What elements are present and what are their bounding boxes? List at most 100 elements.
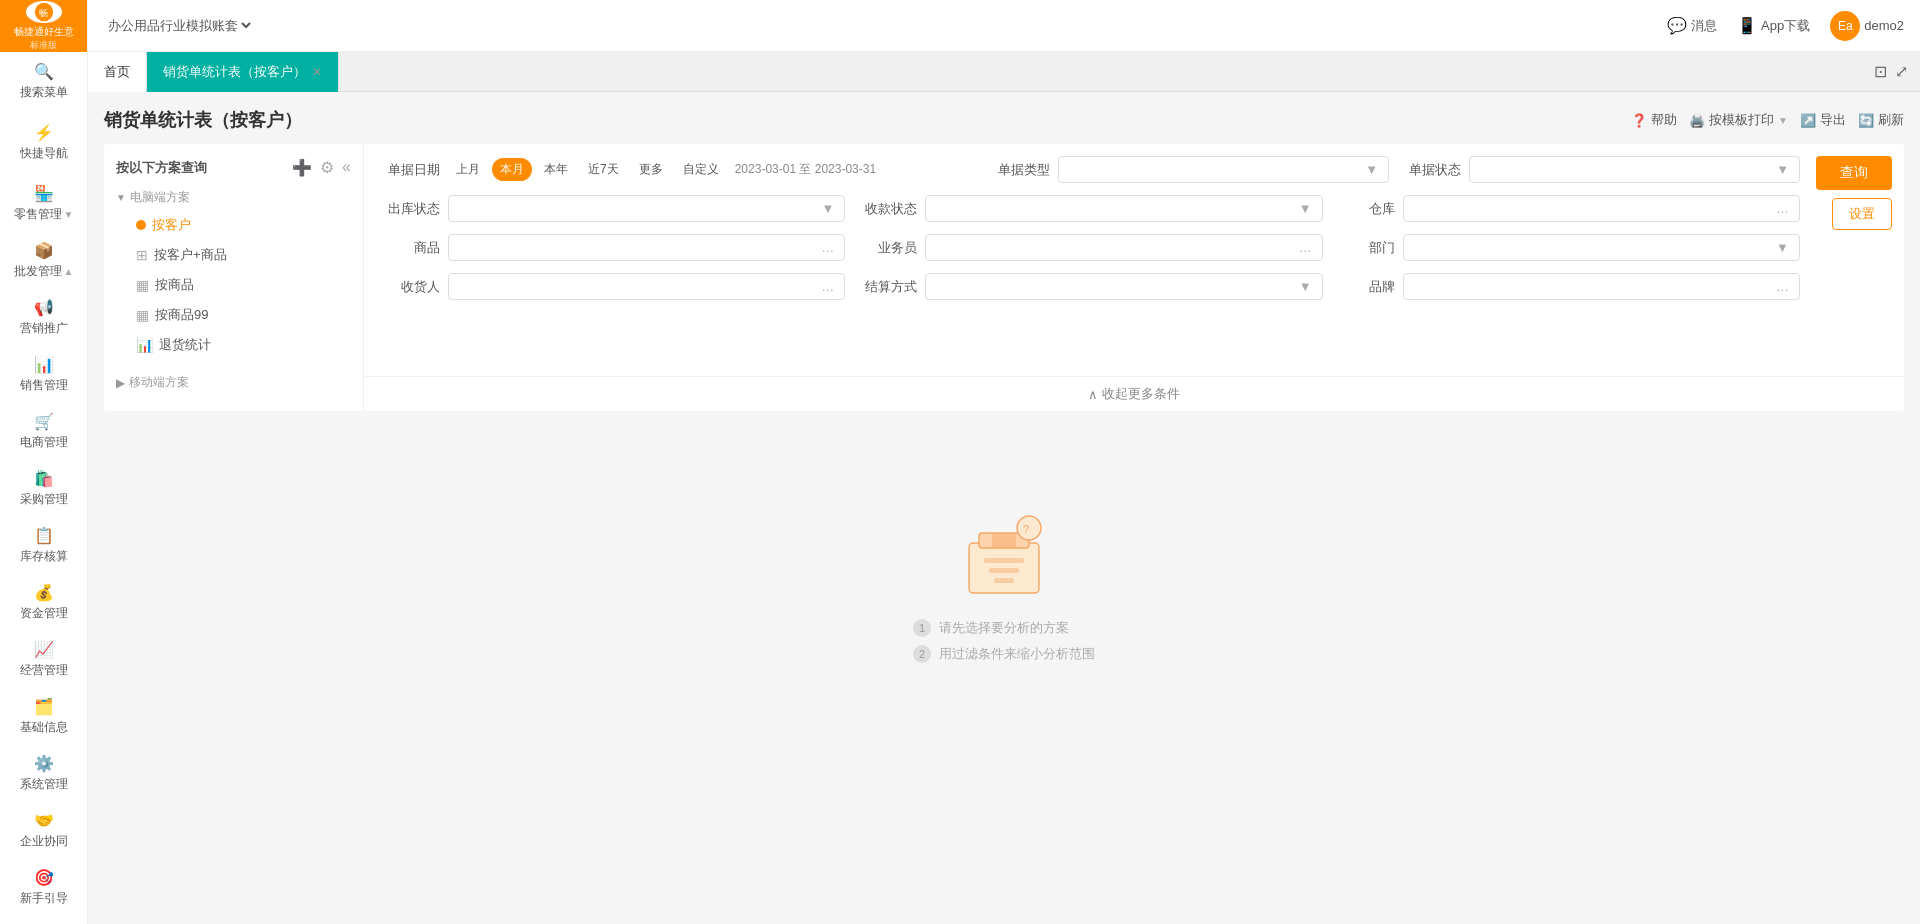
collapse-bar[interactable]: ∧ 收起更多条件 xyxy=(364,376,1904,411)
scheme-item-returns[interactable]: 📊 退货统计 xyxy=(104,330,363,360)
collapse-label: 收起更多条件 xyxy=(1102,385,1180,403)
scheme-item-goods-label: 按商品 xyxy=(155,276,194,294)
brand-input[interactable]: … xyxy=(1403,273,1800,300)
account-dropdown[interactable]: 办公用品行业模拟账套 xyxy=(104,17,254,34)
main-area: 办公用品行业模拟账套 💬 消息 📱 App下载 Ea demo2 首页 xyxy=(88,0,1920,924)
wholesale-expand-icon: ▲ xyxy=(64,266,74,277)
chart-icon: 📊 xyxy=(136,337,153,353)
date-range: 2023-03-01 至 2023-03-31 xyxy=(735,161,876,178)
receiver-input[interactable]: … xyxy=(448,273,845,300)
sidebar-item-sales[interactable]: 📊 销售管理 xyxy=(0,345,87,402)
shortcut-more[interactable]: 更多 xyxy=(631,158,671,181)
sidebar-item-inventory[interactable]: 📋 库存核算 xyxy=(0,516,87,573)
page-header: 销货单统计表（按客户） ❓ 帮助 🖨️ 按模板打印 ▼ ↗️ 导出 🔄 刷新 xyxy=(104,108,1904,132)
sidebar-item-purchase-label: 采购管理 xyxy=(20,491,68,508)
grid-icon: ⊞ xyxy=(136,247,148,263)
help-icon: ❓ xyxy=(1631,113,1647,128)
empty-hint-2: 2 用过滤条件来缩小分析范围 xyxy=(913,645,1095,663)
dept-arrow: ▼ xyxy=(1776,240,1789,255)
sidebar-item-guide[interactable]: 🎯 新手引导 xyxy=(0,858,87,915)
template-print-action[interactable]: 🖨️ 按模板打印 ▼ xyxy=(1689,111,1788,129)
sidebar-item-inventory-label: 库存核算 xyxy=(20,548,68,565)
scheme-header: 按以下方案查询 ➕ ⚙ « xyxy=(104,154,363,185)
goods-input[interactable]: … xyxy=(448,234,845,261)
collapse-scheme-icon[interactable]: « xyxy=(342,158,351,177)
tabbar: 首页 销货单统计表（按客户） ✕ ⊡ ⤢ xyxy=(88,52,1920,92)
goods-dots: … xyxy=(821,240,834,255)
filter-field-staff: 业务员 … xyxy=(857,234,1322,261)
scheme-item-goods[interactable]: ▦ 按商品 xyxy=(104,270,363,300)
sidebar-item-sales-label: 销售管理 xyxy=(20,377,68,394)
user-profile[interactable]: Ea demo2 xyxy=(1830,11,1904,41)
filter-row-3: 商品 … 业务员 … xyxy=(380,234,1800,261)
tabbar-actions: ⊡ ⤢ xyxy=(1874,62,1920,81)
topbar-right: 💬 消息 📱 App下载 Ea demo2 xyxy=(1667,11,1904,41)
warehouse-dots: … xyxy=(1776,201,1789,216)
retail-icon: 🏪 xyxy=(34,184,54,203)
add-scheme-icon[interactable]: ➕ xyxy=(292,158,312,177)
sidebar-item-basic[interactable]: 🗂️ 基础信息 xyxy=(0,687,87,744)
scheme-header-title: 按以下方案查询 xyxy=(116,159,207,177)
payment-select[interactable]: ▼ xyxy=(925,273,1322,300)
sidebar-item-search-label: 搜索菜单 xyxy=(20,84,68,101)
shortcut-this-year[interactable]: 本年 xyxy=(536,158,576,181)
avatar: Ea xyxy=(1830,11,1860,41)
sidebar-item-wholesale[interactable]: 📦 批发管理 ▲ xyxy=(0,231,87,288)
settings-button[interactable]: 设置 xyxy=(1832,198,1892,230)
app-download-item[interactable]: 📱 App下载 xyxy=(1737,16,1810,35)
shortcut-custom[interactable]: 自定义 xyxy=(675,158,727,181)
sidebar-item-quicknav[interactable]: ⚡ 快捷导航 xyxy=(0,113,87,170)
sidebar-item-marketing[interactable]: 📢 营销推广 xyxy=(0,288,87,345)
filter-field-warehouse: 仓库 … xyxy=(1335,195,1800,222)
warehouse-input[interactable]: … xyxy=(1403,195,1800,222)
dept-select[interactable]: ▼ xyxy=(1403,234,1800,261)
sidebar-item-collab[interactable]: 🤝 企业协同 xyxy=(0,801,87,858)
tab-sales-stat[interactable]: 销货单统计表（按客户） ✕ xyxy=(147,52,339,92)
sidebar-item-marketing-label: 营销推广 xyxy=(20,320,68,337)
desktop-group-title[interactable]: ▼ 电脑端方案 xyxy=(104,185,363,210)
topbar: 办公用品行业模拟账套 💬 消息 📱 App下载 Ea demo2 xyxy=(88,0,1920,52)
sidebar-item-finance[interactable]: 💰 资金管理 xyxy=(0,573,87,630)
sidebar-item-retail[interactable]: 🏪 零售管理 ▼ xyxy=(0,174,87,231)
settings-scheme-icon[interactable]: ⚙ xyxy=(320,158,334,177)
order-status-select[interactable]: ▼ xyxy=(1469,156,1800,183)
shortcut-7days[interactable]: 近7天 xyxy=(580,158,627,181)
tab-close-icon[interactable]: ✕ xyxy=(312,65,322,79)
sidebar-item-retail-label: 零售管理 xyxy=(14,206,62,223)
order-type-select[interactable]: ▼ xyxy=(1058,156,1389,183)
sidebar-item-appstore[interactable]: 🔲 应用中心 xyxy=(0,915,87,924)
shortcut-this-month[interactable]: 本月 xyxy=(492,158,532,181)
message-item[interactable]: 💬 消息 xyxy=(1667,16,1717,35)
sidebar-item-ecommerce[interactable]: 🛒 电商管理 xyxy=(0,402,87,459)
sidebar-item-purchase[interactable]: 🛍️ 采购管理 xyxy=(0,459,87,516)
window-expand-icon[interactable]: ⤢ xyxy=(1895,62,1908,81)
content: 销货单统计表（按客户） ❓ 帮助 🖨️ 按模板打印 ▼ ↗️ 导出 🔄 刷新 xyxy=(88,92,1920,924)
receiver-dots: … xyxy=(821,279,834,294)
window-restore-icon[interactable]: ⊡ xyxy=(1874,62,1887,81)
refresh-action[interactable]: 🔄 刷新 xyxy=(1858,111,1904,129)
scheme-item-customer[interactable]: 按客户 xyxy=(104,210,363,240)
staff-input[interactable]: … xyxy=(925,234,1322,261)
scheme-item-customer-goods[interactable]: ⊞ 按客户+商品 xyxy=(104,240,363,270)
sidebar-item-search[interactable]: 🔍 搜索菜单 xyxy=(0,52,87,109)
tab-home[interactable]: 首页 xyxy=(88,52,147,92)
sidebar-item-system[interactable]: ⚙️ 系统管理 xyxy=(0,744,87,801)
payment-label: 结算方式 xyxy=(857,278,917,296)
tab-sales-stat-label: 销货单统计表（按客户） xyxy=(163,63,306,81)
mobile-group-title[interactable]: ▶ 移动端方案 xyxy=(104,368,363,397)
help-action[interactable]: ❓ 帮助 xyxy=(1631,111,1677,129)
shortcut-last-month[interactable]: 上月 xyxy=(448,158,488,181)
action-col: 查询 设置 xyxy=(1816,144,1904,372)
refresh-label: 刷新 xyxy=(1878,111,1904,129)
sidebar-item-operations[interactable]: 📈 经营管理 xyxy=(0,630,87,687)
hint-num-2: 2 xyxy=(913,645,931,663)
filter-field-payment: 结算方式 ▼ xyxy=(857,273,1322,300)
svg-rect-4 xyxy=(992,533,1016,548)
date-shortcuts: 上月 本月 本年 近7天 更多 自定义 xyxy=(448,158,727,181)
receipt-status-select[interactable]: ▼ xyxy=(925,195,1322,222)
query-button[interactable]: 查询 xyxy=(1816,156,1892,190)
scheme-item-goods99[interactable]: ▦ 按商品99 xyxy=(104,300,363,330)
collapse-up-icon: ∧ xyxy=(1088,387,1098,402)
export-action[interactable]: ↗️ 导出 xyxy=(1800,111,1846,129)
out-status-select[interactable]: ▼ xyxy=(448,195,845,222)
